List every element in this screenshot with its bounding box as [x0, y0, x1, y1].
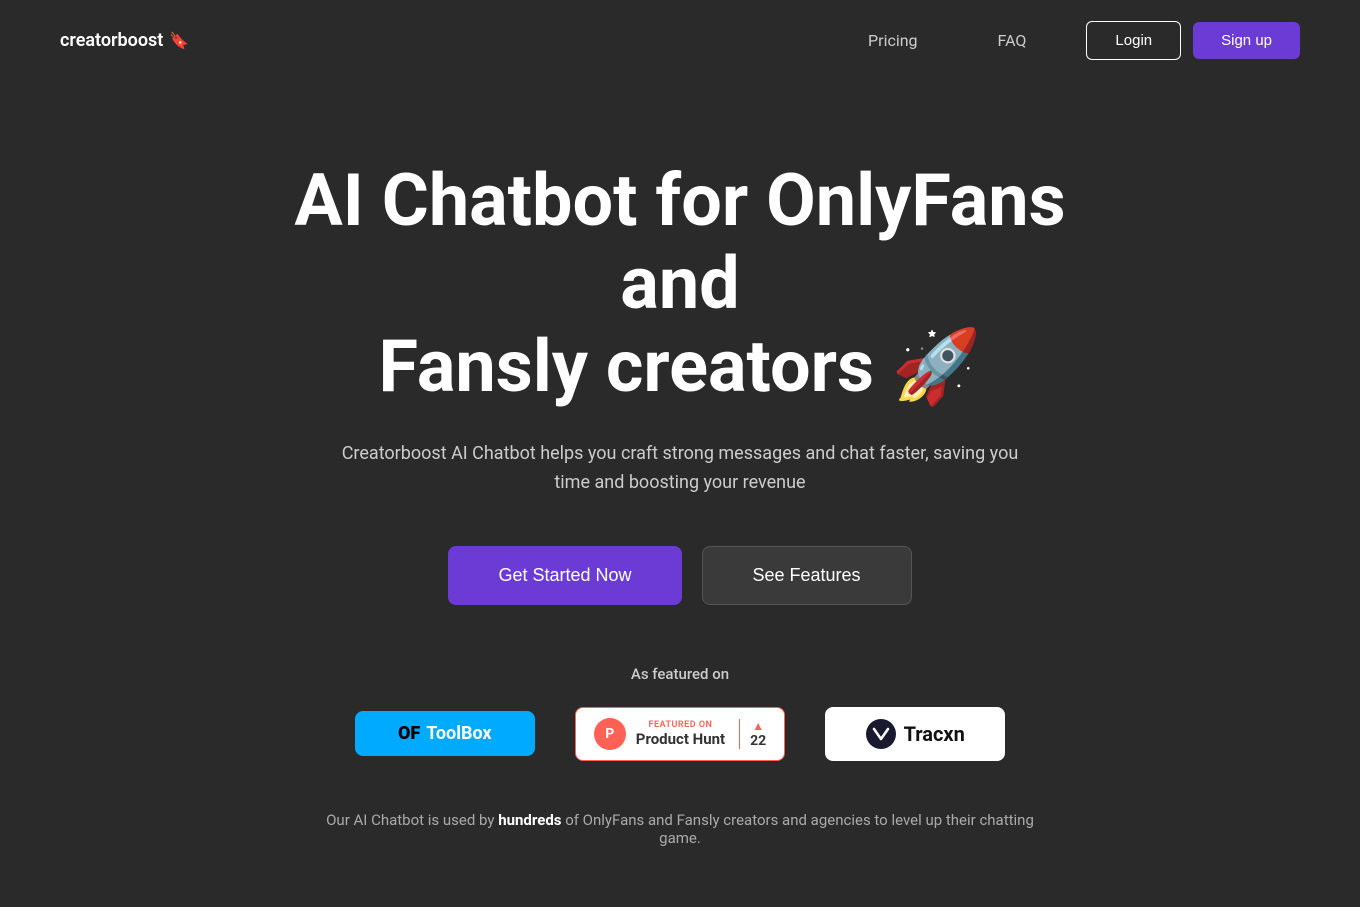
hero-subtitle: Creatorboost AI Chatbot helps you craft … — [330, 440, 1030, 498]
social-proof-after: of OnlyFans and Fansly creators and agen… — [561, 811, 1033, 847]
hero-section: AI Chatbot for OnlyFans and Fansly creat… — [0, 80, 1360, 907]
navbar: creatorboost 🔖 Pricing FAQ Login Sign up — [0, 0, 1360, 80]
tracxn-text: Tracxn — [904, 722, 965, 746]
nav-links: Pricing FAQ — [868, 31, 1026, 50]
product-hunt-logo: P FEATURED ON Product Hunt ▲ 22 — [575, 707, 785, 761]
nav-link-faq[interactable]: FAQ — [998, 31, 1027, 50]
signup-button[interactable]: Sign up — [1193, 22, 1300, 59]
featured-logos: OF ToolBox P FEATURED ON Product Hunt ▲ … — [355, 707, 1005, 761]
product-hunt-text-group: FEATURED ON Product Hunt — [636, 720, 725, 748]
product-hunt-featured-on: FEATURED ON — [636, 720, 725, 730]
nav-buttons: Login Sign up — [1086, 21, 1300, 60]
social-proof-text: Our AI Chatbot is used by hundreds of On… — [280, 811, 1080, 847]
featured-section: As featured on OF ToolBox P FEATURED ON … — [355, 665, 1005, 761]
social-proof-before: Our AI Chatbot is used by — [326, 811, 498, 829]
hero-title: AI Chatbot for OnlyFans and Fansly creat… — [230, 160, 1130, 408]
product-hunt-name: Product Hunt — [636, 730, 725, 748]
of-toolbox-logo: OF ToolBox — [355, 711, 535, 756]
featured-label: As featured on — [631, 665, 729, 683]
nav-link-pricing[interactable]: Pricing — [868, 31, 918, 50]
nav-right: Pricing FAQ Login Sign up — [868, 21, 1300, 60]
of-toolbox-of-text: OF — [398, 723, 420, 744]
see-features-button[interactable]: See Features — [702, 546, 912, 605]
of-toolbox-main-text: ToolBox — [426, 723, 491, 744]
product-hunt-number: 22 — [750, 733, 766, 749]
logo-text: creatorboost — [60, 30, 163, 51]
product-hunt-count: ▲ 22 — [739, 719, 766, 749]
get-started-button[interactable]: Get Started Now — [448, 546, 681, 605]
tracxn-icon — [866, 719, 896, 749]
product-hunt-arrow: ▲ — [752, 719, 764, 733]
logo[interactable]: creatorboost 🔖 — [60, 30, 189, 51]
logo-icon: 🔖 — [169, 31, 189, 50]
login-button[interactable]: Login — [1086, 21, 1181, 60]
social-proof-highlight: hundreds — [498, 811, 561, 829]
product-hunt-icon: P — [594, 718, 626, 750]
tracxn-logo: Tracxn — [825, 707, 1005, 761]
hero-buttons: Get Started Now See Features — [448, 546, 911, 605]
